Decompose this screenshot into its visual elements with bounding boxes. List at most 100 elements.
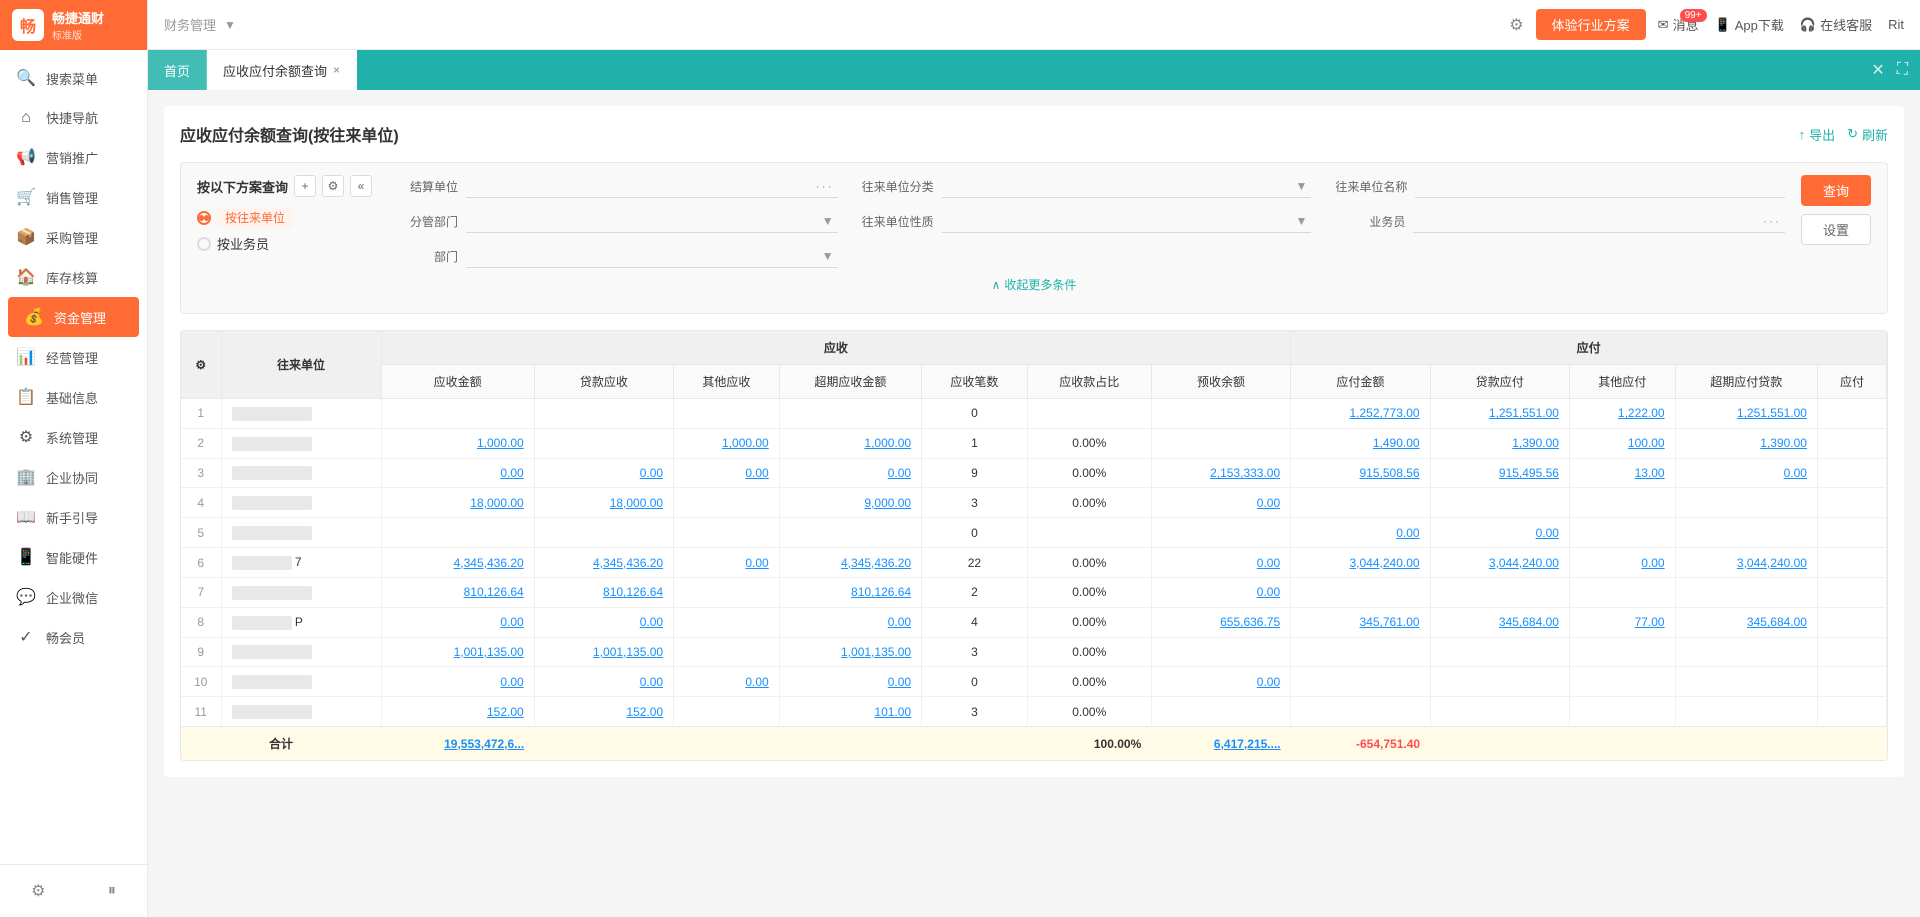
cell-value[interactable]: 18,000.00 [381,488,534,518]
cell-value[interactable]: 0.00 [381,458,534,488]
sidebar-settings-button[interactable]: ⚙ [25,875,51,907]
cell-value[interactable] [1151,637,1290,667]
sidebar-item-basic[interactable]: 📋基础信息 [0,377,147,417]
cell-value[interactable] [674,607,780,637]
cell-value[interactable]: 810,126.64 [381,577,534,607]
cell-value[interactable]: 1,001,135.00 [381,637,534,667]
cell-value[interactable] [1151,428,1290,458]
cell-value[interactable]: 0.00 [674,458,780,488]
cell-value[interactable]: 0.00 [1151,577,1290,607]
fullscreen-icon[interactable]: ⛶ [1897,61,1908,79]
cell-value[interactable]: 1,001,135.00 [779,637,921,667]
cell-value[interactable]: 9,000.00 [779,488,921,518]
sidebar-item-member[interactable]: ✓畅会员 [0,617,147,657]
cell-value[interactable]: 0.00 [534,607,673,637]
cell-value[interactable]: 0.00 [674,548,780,578]
cell-value[interactable] [1817,667,1886,697]
cell-value[interactable] [1291,667,1430,697]
cell-value[interactable]: 345,684.00 [1430,607,1569,637]
cell-value[interactable]: 77.00 [1569,607,1675,637]
sidebar-item-guide[interactable]: 📖新手引导 [0,497,147,537]
cell-value[interactable] [1569,637,1675,667]
salesman-input[interactable]: ··· [1413,210,1785,233]
partner-name-input[interactable] [1415,175,1785,198]
sidebar-item-shortcut[interactable]: ⌂快捷导航 [0,98,147,137]
sidebar-item-inventory[interactable]: 🏠库存核算 [0,257,147,297]
query-button[interactable]: 查询 [1801,175,1871,206]
sidebar-item-marketing[interactable]: 📢营销推广 [0,137,147,177]
settlement-input[interactable]: ··· [466,175,838,198]
cell-value[interactable] [534,399,673,429]
cell-value[interactable]: 1,000.00 [779,428,921,458]
cell-value[interactable] [674,577,780,607]
cell-value[interactable] [381,399,534,429]
cell-value[interactable] [1151,518,1290,548]
cell-value[interactable]: 0.00 [1151,488,1290,518]
cell-value[interactable]: 655,636.75 [1151,607,1290,637]
header-settings-icon[interactable]: ⚙ [1509,15,1523,35]
cell-value[interactable]: 915,495.56 [1430,458,1569,488]
cell-value[interactable]: 1,000.00 [381,428,534,458]
message-button[interactable]: ✉ 消息 99+ [1658,15,1699,34]
cell-value[interactable] [674,637,780,667]
query-option-salesman[interactable]: 按业务员 [197,234,372,253]
cell-value[interactable] [1569,667,1675,697]
cell-value[interactable] [1569,697,1675,727]
cell-value[interactable]: 915,508.56 [1291,458,1430,488]
cell-value[interactable]: 3,044,240.00 [1291,548,1430,578]
sidebar-item-hardware[interactable]: 📱智能硬件 [0,537,147,577]
cell-value[interactable]: 4,345,436.20 [779,548,921,578]
cell-value[interactable] [1430,667,1569,697]
cell-value[interactable]: 1,251,551.00 [1675,399,1817,429]
cell-value[interactable] [674,488,780,518]
cell-value[interactable] [1817,548,1886,578]
add-filter-button[interactable]: + [294,175,316,197]
cell-value[interactable]: 1,390.00 [1675,428,1817,458]
footer-receivable-total[interactable]: 19,553,472,6... [381,727,534,761]
cell-value[interactable]: 1,390.00 [1430,428,1569,458]
cell-value[interactable] [534,518,673,548]
cell-value[interactable] [1817,637,1886,667]
cell-value[interactable]: 1,001,135.00 [534,637,673,667]
refresh-button[interactable]: ↻ 刷新 [1847,125,1888,144]
cell-value[interactable] [1569,488,1675,518]
cell-value[interactable] [1430,488,1569,518]
cell-value[interactable]: 3,044,240.00 [1675,548,1817,578]
cell-value[interactable]: 152.00 [534,697,673,727]
cell-value[interactable] [1817,607,1886,637]
cell-value[interactable]: 2,153,333.00 [1151,458,1290,488]
export-button[interactable]: ↑ 导出 [1799,125,1836,144]
cell-value[interactable]: 0.00 [534,667,673,697]
sidebar-item-system[interactable]: ⚙系统管理 [0,417,147,457]
tab-close-icon[interactable]: × [333,63,340,77]
cell-value[interactable]: 1,251,551.00 [1430,399,1569,429]
collapse-more-button[interactable]: ∧ 收起更多条件 [197,268,1871,301]
cell-value[interactable] [1675,697,1817,727]
cell-value[interactable]: 345,684.00 [1675,607,1817,637]
cell-value[interactable]: 0.00 [1569,548,1675,578]
cell-value[interactable]: 1,222.00 [1569,399,1675,429]
cell-value[interactable] [1291,577,1430,607]
cell-value[interactable]: 0.00 [1151,667,1290,697]
cell-value[interactable] [1151,697,1290,727]
cell-value[interactable]: 0.00 [381,607,534,637]
settings-button[interactable]: 设置 [1801,214,1871,245]
cell-value[interactable]: 3,044,240.00 [1430,548,1569,578]
cell-value[interactable]: 1,000.00 [674,428,780,458]
cell-value[interactable] [779,518,921,548]
cell-value[interactable] [674,697,780,727]
cell-value[interactable] [1817,428,1886,458]
cell-value[interactable] [1675,577,1817,607]
cell-value[interactable]: 101.00 [779,697,921,727]
user-profile[interactable]: Rit [1888,17,1904,32]
cell-value[interactable] [1675,637,1817,667]
department-select[interactable]: ▼ [466,245,838,268]
cell-value[interactable]: 0.00 [381,667,534,697]
cell-value[interactable]: 4,345,436.20 [534,548,673,578]
cell-value[interactable] [381,518,534,548]
sidebar-item-search[interactable]: 🔍搜索菜单 [0,58,147,98]
cell-value[interactable]: 0.00 [779,607,921,637]
settings-col-header[interactable]: ⚙ [181,331,221,399]
sidebar-item-finance[interactable]: 💰资金管理 [8,297,139,337]
cell-value[interactable]: 0.00 [1430,518,1569,548]
